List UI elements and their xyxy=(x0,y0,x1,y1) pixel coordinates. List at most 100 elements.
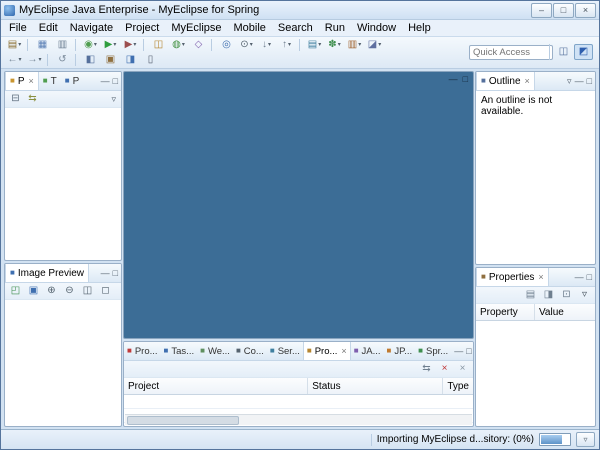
java-ee-perspective-icon[interactable]: ◩ xyxy=(574,44,593,60)
tab-web[interactable]: ■ We... xyxy=(197,342,233,360)
show-advanced-icon[interactable]: ◨ xyxy=(540,288,557,303)
new-server-icon[interactable]: ◧ xyxy=(81,52,100,68)
external-tools-icon[interactable]: ▶ ▾ xyxy=(121,37,140,53)
scrollbar-thumb[interactable] xyxy=(127,416,239,425)
maximize-button[interactable]: □ xyxy=(553,3,574,18)
run-icon[interactable]: ▶ ▾ xyxy=(101,37,120,53)
dashboard-icon[interactable]: ◨ xyxy=(121,52,140,68)
zoom-in-icon[interactable]: ⊕ xyxy=(43,284,60,299)
sql-icon[interactable]: ▣ xyxy=(101,52,120,68)
db-explorer-icon[interactable]: ▤ ▾ xyxy=(305,37,324,53)
menu-window[interactable]: Window xyxy=(351,21,402,35)
restore-value-icon[interactable]: ⊡ xyxy=(558,288,575,303)
close-icon[interactable]: × xyxy=(538,272,543,282)
stop-operation-icon[interactable]: × xyxy=(436,362,453,377)
column-header-property[interactable]: Property xyxy=(476,304,535,320)
minimize-panel-button[interactable]: — xyxy=(101,77,110,86)
tab-outline[interactable]: ■ Outline × xyxy=(476,72,535,90)
close-icon[interactable]: × xyxy=(341,346,346,356)
maximize-panel-button[interactable]: □ xyxy=(113,269,118,278)
fit-to-window-icon[interactable]: ◫ xyxy=(79,284,96,299)
column-header-value[interactable]: Value xyxy=(535,304,595,320)
open-type-icon[interactable]: ◇ xyxy=(189,37,208,53)
tab-type-hierarchy[interactable]: ■ T xyxy=(39,72,61,90)
minimize-button[interactable]: – xyxy=(531,3,552,18)
maximize-panel-button[interactable]: □ xyxy=(463,74,468,84)
minimize-panel-button[interactable]: — xyxy=(575,77,584,86)
close-icon[interactable]: × xyxy=(29,76,34,86)
tab-image-preview[interactable]: ■ Image Preview xyxy=(5,264,89,282)
menu-run[interactable]: Run xyxy=(319,21,351,35)
separator[interactable] xyxy=(143,39,146,51)
maximize-panel-button[interactable]: □ xyxy=(466,347,471,356)
image-icon[interactable]: ▣ xyxy=(25,284,42,299)
maximize-panel-button[interactable]: □ xyxy=(587,273,592,282)
report-icon[interactable]: ▥ ▾ xyxy=(345,37,364,53)
annotation-prev-icon[interactable]: ↑ ▾ xyxy=(277,37,296,53)
minimize-panel-button[interactable]: — xyxy=(101,269,110,278)
column-header-project[interactable]: Project xyxy=(124,378,308,394)
tab-console[interactable]: ■ Co... xyxy=(233,342,267,360)
quick-access-input[interactable] xyxy=(469,45,553,60)
close-button[interactable]: × xyxy=(575,3,596,18)
zoom-out-icon[interactable]: ⊖ xyxy=(61,284,78,299)
tab-spring[interactable]: ■ Spr... xyxy=(415,342,451,360)
menu-search[interactable]: Search xyxy=(272,21,319,35)
horizontal-scrollbar[interactable] xyxy=(125,414,472,425)
menu-edit[interactable]: Edit xyxy=(33,21,64,35)
separator[interactable] xyxy=(211,39,214,51)
tab-jpa[interactable]: ■ JP... xyxy=(384,342,416,360)
menu-file[interactable]: File xyxy=(3,21,33,35)
menu-navigate[interactable]: Navigate xyxy=(64,21,119,35)
new-wizard-icon[interactable]: ▤ ▾ xyxy=(5,37,24,53)
menu-mobile[interactable]: Mobile xyxy=(228,21,272,35)
separator[interactable] xyxy=(75,39,78,51)
menu-help[interactable]: Help xyxy=(402,21,437,35)
tab-servers[interactable]: ■ Ser... xyxy=(267,342,303,360)
export-image-icon[interactable]: ◰ xyxy=(7,284,24,299)
forward-icon[interactable]: → ▾ xyxy=(25,52,44,68)
debug-icon[interactable]: ◉ ▾ xyxy=(81,37,100,53)
separator[interactable] xyxy=(299,39,302,51)
actual-size-icon[interactable]: ◻ xyxy=(97,284,114,299)
save-icon[interactable]: ▦ xyxy=(33,37,52,53)
link-with-editor-icon[interactable]: ⇆ xyxy=(418,362,435,377)
link-with-editor-icon[interactable]: ⇆ xyxy=(24,92,41,107)
separator[interactable] xyxy=(47,54,50,66)
deploy-icon[interactable]: ◪ ▾ xyxy=(365,37,384,53)
last-edit-icon[interactable]: ↺ xyxy=(53,52,72,68)
remove-all-icon[interactable]: × xyxy=(454,362,471,377)
view-menu-icon[interactable]: ▿ xyxy=(111,95,116,104)
back-icon[interactable]: ← ▾ xyxy=(5,52,24,68)
show-categories-icon[interactable]: ▤ xyxy=(522,288,539,303)
print-icon[interactable]: ▥ xyxy=(53,37,72,53)
view-menu-icon[interactable]: ▿ xyxy=(567,77,572,86)
minimize-panel-button[interactable]: — xyxy=(454,347,463,356)
tab-tasks[interactable]: ■ Tas... xyxy=(161,342,198,360)
background-jobs-button[interactable]: ▿ xyxy=(576,432,595,447)
tab-properties[interactable]: ■ Properties × xyxy=(476,268,549,286)
web-browser-icon[interactable]: ◎ xyxy=(217,37,236,53)
separator[interactable] xyxy=(27,39,30,51)
column-header-type[interactable]: Type xyxy=(443,378,473,394)
annotation-next-icon[interactable]: ↓ ▾ xyxy=(257,37,276,53)
column-header-status[interactable]: Status xyxy=(308,378,443,394)
maximize-panel-button[interactable]: □ xyxy=(113,77,118,86)
menu-project[interactable]: Project xyxy=(119,21,165,35)
spring-icon[interactable]: ✽ ▾ xyxy=(325,37,344,53)
minimize-panel-button[interactable]: — xyxy=(575,273,584,282)
minimize-panel-button[interactable]: — xyxy=(449,74,458,84)
title-bar[interactable]: MyEclipse Java Enterprise - MyEclipse fo… xyxy=(1,1,599,20)
menu-myeclipse[interactable]: MyEclipse xyxy=(165,21,227,35)
separator[interactable] xyxy=(75,54,78,66)
open-perspective-icon[interactable]: ◫ xyxy=(554,44,573,60)
close-icon[interactable]: × xyxy=(525,76,530,86)
tab-projects[interactable]: ■ Pro... × xyxy=(303,342,351,360)
maximize-panel-button[interactable]: □ xyxy=(587,77,592,86)
tab-jaxws[interactable]: ■ JA... xyxy=(351,342,384,360)
tab-project-explorer[interactable]: ■ P × xyxy=(5,72,39,90)
new-class-icon[interactable]: ◍ ▾ xyxy=(169,37,188,53)
tab-package-explorer[interactable]: ■ P xyxy=(61,72,84,90)
tab-problems[interactable]: ■ Pro... xyxy=(124,342,161,360)
new-java-project-icon[interactable]: ◫ xyxy=(149,37,168,53)
